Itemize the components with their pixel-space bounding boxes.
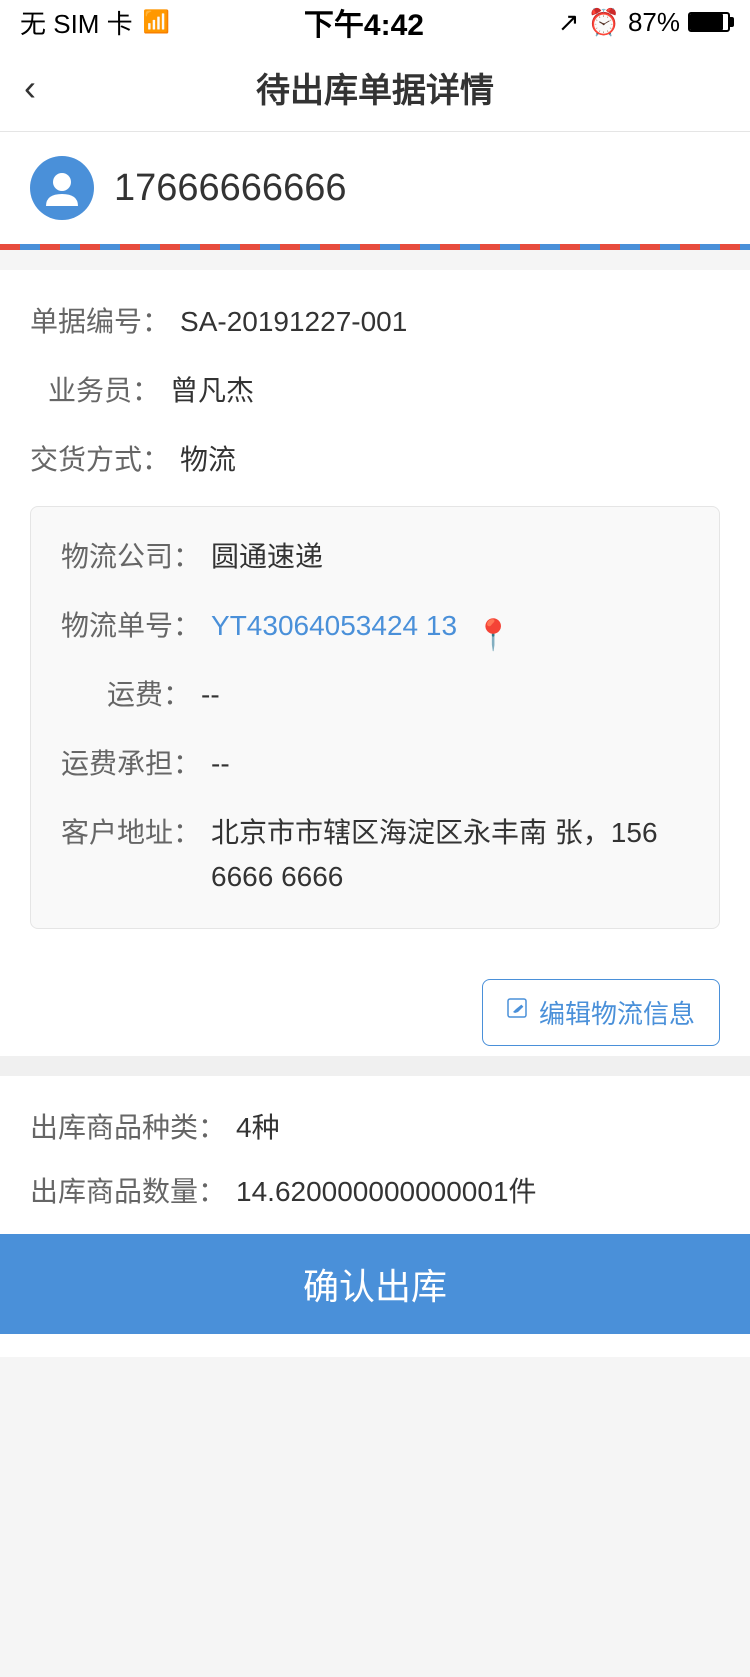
- salesman-value: 曾凡杰: [170, 369, 720, 414]
- bottom-spacer: [0, 1357, 750, 1557]
- dashed-divider: [0, 244, 750, 250]
- tracking-number: YT43064053424 13: [211, 610, 457, 641]
- freight-bear-value: --: [211, 742, 689, 787]
- edit-btn-row: 编辑物流信息: [0, 959, 750, 1056]
- freight-label: 运费：: [61, 673, 191, 718]
- goods-type-label: 出库商品种类：: [30, 1106, 226, 1146]
- status-bar: 无 SIM 卡 📶 下午4:42 ↗ ⏰ 87%: [0, 0, 750, 44]
- nav-bar: ‹ 待出库单据详情: [0, 44, 750, 132]
- user-icon: [42, 168, 82, 208]
- order-no-row: 单据编号： SA-20191227-001: [30, 300, 720, 345]
- delivery-value: 物流: [180, 438, 720, 483]
- battery-fill: [690, 14, 723, 30]
- goods-section: 出库商品种类： 4种 出库商品数量： 14.620000000000001件: [0, 1076, 750, 1240]
- back-icon: ‹: [24, 67, 36, 108]
- logistics-company-value: 圆通速递: [211, 535, 689, 580]
- freight-value: --: [201, 673, 689, 718]
- edit-logistics-label: 编辑物流信息: [539, 994, 695, 1031]
- salesman-row: 业务员： 曾凡杰: [30, 369, 720, 414]
- goods-quantity-label: 出库商品数量：: [30, 1170, 226, 1210]
- address-value: 北京市市辖区海淀区永丰南 张，156 6666 6666: [211, 811, 689, 901]
- logistics-company-label: 物流公司：: [61, 535, 201, 580]
- delivery-label: 交货方式：: [30, 438, 170, 483]
- back-button[interactable]: ‹: [24, 67, 36, 109]
- delivery-row: 交货方式： 物流: [30, 438, 720, 483]
- confirm-button-label: 确认出库: [303, 1258, 447, 1310]
- order-no-label: 单据编号：: [30, 300, 170, 345]
- customer-phone: 17666666666: [114, 167, 346, 210]
- content: 17666666666 单据编号： SA-20191227-001 业务员： 曾…: [0, 132, 750, 1677]
- freight-row: 运费： --: [61, 673, 689, 718]
- confirm-button[interactable]: 确认出库: [0, 1234, 750, 1334]
- status-right: ↗ ⏰ 87%: [558, 7, 730, 38]
- logistics-tracking-value: YT43064053424 13 📍: [211, 604, 689, 649]
- goods-quantity-value: 14.620000000000001件: [236, 1170, 537, 1210]
- goods-type-row: 出库商品种类： 4种: [30, 1106, 720, 1146]
- avatar: [30, 156, 94, 220]
- goods-type-value: 4种: [236, 1106, 280, 1146]
- status-left: 无 SIM 卡 📶: [20, 4, 170, 41]
- edit-logistics-button[interactable]: 编辑物流信息: [482, 979, 720, 1046]
- section-separator: [0, 1056, 750, 1076]
- address-label: 客户地址：: [61, 811, 201, 856]
- salesman-label: 业务员：: [30, 369, 160, 414]
- customer-section: 17666666666: [0, 132, 750, 244]
- freight-bear-row: 运费承担： --: [61, 742, 689, 787]
- carrier-text: 无 SIM 卡: [20, 4, 133, 41]
- logistics-company-row: 物流公司： 圆通速递: [61, 535, 689, 580]
- order-no-value: SA-20191227-001: [180, 300, 720, 345]
- freight-bear-label: 运费承担：: [61, 742, 201, 787]
- logistics-tracking-label: 物流单号：: [61, 604, 201, 649]
- alarm-icon: ⏰: [588, 7, 620, 38]
- logistics-tracking-row: 物流单号： YT43064053424 13 📍: [61, 604, 689, 649]
- order-info-section: 单据编号： SA-20191227-001 业务员： 曾凡杰 交货方式： 物流 …: [0, 270, 750, 959]
- map-pin-icon[interactable]: 📍: [475, 612, 507, 644]
- location-status-icon: ↗: [558, 7, 580, 38]
- wifi-icon: 📶: [143, 9, 170, 35]
- edit-icon: [507, 998, 529, 1027]
- page-title: 待出库单据详情: [256, 63, 494, 112]
- battery-percent: 87%: [628, 7, 680, 38]
- goods-quantity-row: 出库商品数量： 14.620000000000001件: [30, 1170, 720, 1210]
- address-row: 客户地址： 北京市市辖区海淀区永丰南 张，156 6666 6666: [61, 811, 689, 901]
- status-time: 下午4:42: [304, 0, 424, 44]
- battery-icon: [688, 12, 730, 32]
- logistics-card: 物流公司： 圆通速递 物流单号： YT43064053424 13 📍 运费： …: [30, 506, 720, 929]
